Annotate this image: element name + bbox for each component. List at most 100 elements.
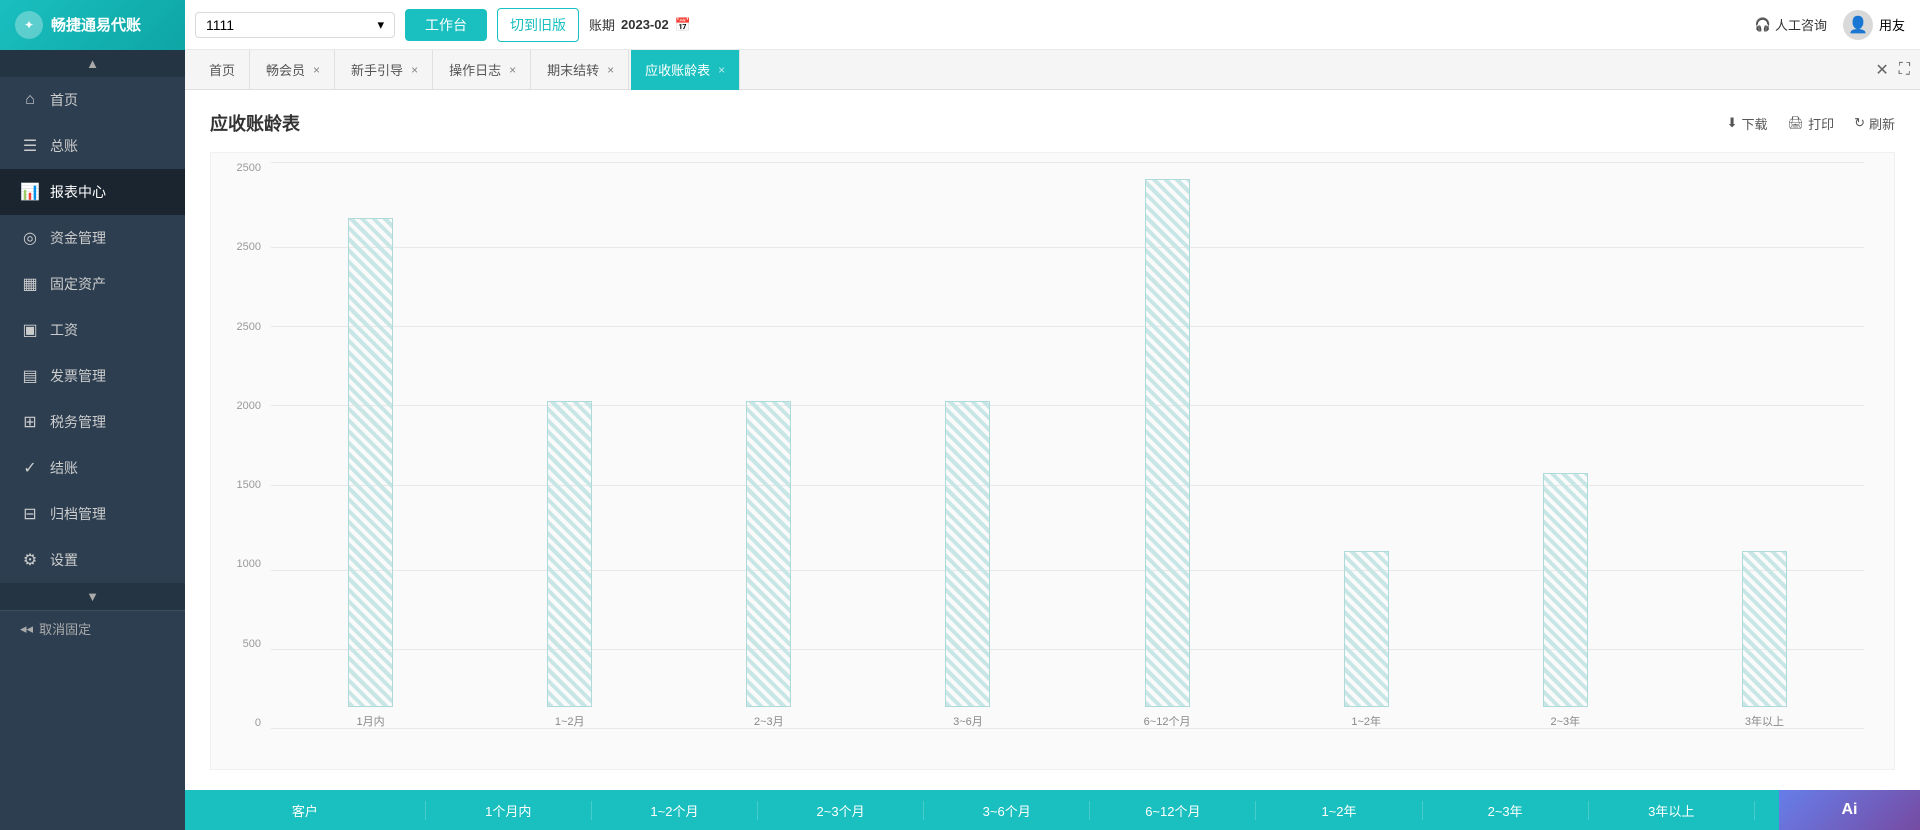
sidebar-item-home[interactable]: ⌂ 首页 xyxy=(0,77,185,123)
period-label: 账期 2023-02 📅 xyxy=(589,15,691,34)
pin-icon: ◂◂ xyxy=(20,621,33,637)
sidebar-item-reports[interactable]: 📊 报表中心 xyxy=(0,169,185,215)
checkout-icon: ✓ xyxy=(20,458,40,478)
tab-oplog-close[interactable]: × xyxy=(509,63,516,77)
payroll-icon: ▣ xyxy=(20,320,40,340)
bar-3-6m xyxy=(945,401,990,707)
finance-icon: ◎ xyxy=(20,228,40,248)
bar-1-2y xyxy=(1344,551,1389,707)
bar-group-3-6m: 3~6月 xyxy=(868,173,1067,729)
sidebar-scroll-down[interactable]: ▼ xyxy=(0,583,185,610)
bar-group-1-2y: 1~2年 xyxy=(1267,173,1466,729)
close-all-tabs-button[interactable]: ✕ xyxy=(1875,60,1888,80)
th-3yplus: 3年以上 xyxy=(1589,801,1755,820)
company-selector[interactable]: 1111 ▾ xyxy=(195,12,395,38)
y-label-2500a: 2500 xyxy=(211,322,261,333)
download-button[interactable]: ⬇ 下载 xyxy=(1727,114,1768,133)
tab-aging-close[interactable]: × xyxy=(718,63,725,77)
tab-home-label: 首页 xyxy=(209,60,235,79)
logo-area: ✦ 畅捷通易代账 xyxy=(0,0,185,50)
avatar: 👤 xyxy=(1843,10,1873,40)
ai-badge[interactable]: Ai xyxy=(1779,790,1920,830)
sidebar-label-tax: 税务管理 xyxy=(50,412,106,432)
tabs-actions: ✕ ⛶ xyxy=(1875,60,1910,80)
tab-member[interactable]: 畅会员 × xyxy=(252,50,335,90)
sidebar-item-tax[interactable]: ⊞ 税务管理 xyxy=(0,399,185,445)
consultation-button[interactable]: 🎧 人工咨询 xyxy=(1755,15,1827,34)
sidebar-item-payroll[interactable]: ▣ 工资 xyxy=(0,307,185,353)
table-header: 客户 1个月内 1~2个月 2~3个月 3~6个月 6~12个月 1~2年 2~… xyxy=(185,790,1920,830)
y-label-1000: 1000 xyxy=(211,559,261,570)
logo-text: 畅捷通易代账 xyxy=(51,14,141,35)
main-layout: ▲ ⌂ 首页 ☰ 总账 📊 报表中心 ◎ 资金管理 ▦ 固定资产 ▣ 工资 ▤ … xyxy=(0,50,1920,830)
tab-oplog-label: 操作日志 xyxy=(449,60,501,79)
tab-guide[interactable]: 新手引导 × xyxy=(337,50,433,90)
sidebar-label-home: 首页 xyxy=(50,90,78,110)
bar-label-2-3y: 2~3年 xyxy=(1550,713,1580,729)
logo-icon: ✦ xyxy=(15,11,43,39)
tab-aging[interactable]: 应收账龄表 × xyxy=(631,50,740,90)
reports-icon: 📊 xyxy=(20,182,40,202)
cancel-pin-button[interactable]: ◂◂ 取消固定 xyxy=(0,610,185,646)
maximize-button[interactable]: ⛶ xyxy=(1899,61,1910,79)
invoice-icon: ▤ xyxy=(20,366,40,386)
th-customer: 客户 xyxy=(185,801,426,820)
print-button[interactable]: 🖨 打印 xyxy=(1788,114,1835,133)
sidebar: ▲ ⌂ 首页 ☰ 总账 📊 报表中心 ◎ 资金管理 ▦ 固定资产 ▣ 工资 ▤ … xyxy=(0,50,185,830)
sidebar-label-settings: 设置 xyxy=(50,550,78,570)
tab-period[interactable]: 期末结转 × xyxy=(533,50,629,90)
bar-1-2m xyxy=(547,401,592,707)
bar-group-2-3y: 2~3年 xyxy=(1466,173,1665,729)
th-3-6m: 3~6个月 xyxy=(924,801,1090,820)
sidebar-item-finance[interactable]: ◎ 资金管理 xyxy=(0,215,185,261)
tab-period-close[interactable]: × xyxy=(607,63,614,77)
y-label-2500b: 2500 xyxy=(211,242,261,253)
sidebar-label-reports: 报表中心 xyxy=(50,182,106,202)
content-area: 首页 畅会员 × 新手引导 × 操作日志 × 期末结转 × 应收账龄表 × xyxy=(185,50,1920,830)
tab-member-close[interactable]: × xyxy=(313,63,320,77)
download-icon: ⬇ xyxy=(1727,115,1738,131)
sidebar-label-payroll: 工资 xyxy=(50,320,78,340)
sidebar-label-checkout: 结账 xyxy=(50,458,78,478)
bar-group-6-12m: 6~12个月 xyxy=(1068,173,1267,729)
tab-home[interactable]: 首页 xyxy=(195,50,250,90)
tab-aging-label: 应收账龄表 xyxy=(645,60,710,79)
calendar-icon[interactable]: 📅 xyxy=(675,17,691,33)
tab-period-label: 期末结转 xyxy=(547,60,599,79)
top-header: ✦ 畅捷通易代账 1111 ▾ 工作台 切到旧版 账期 2023-02 📅 🎧 … xyxy=(0,0,1920,50)
company-name: 1111 xyxy=(206,17,369,33)
th-2-3y: 2~3年 xyxy=(1423,801,1589,820)
sidebar-item-ledger[interactable]: ☰ 总账 xyxy=(0,123,185,169)
tax-icon: ⊞ xyxy=(20,412,40,432)
page-title-bar: 应收账龄表 ⬇ 下载 🖨 打印 ↻ 刷新 xyxy=(210,110,1895,136)
sidebar-item-settings[interactable]: ⚙ 设置 xyxy=(0,537,185,583)
sidebar-label-assets: 固定资产 xyxy=(50,274,106,294)
sidebar-item-assets[interactable]: ▦ 固定资产 xyxy=(0,261,185,307)
bar-label-1-2m: 1~2月 xyxy=(555,713,585,729)
bar-label-1m: 1月内 xyxy=(357,713,385,729)
bar-group-1m: 1月内 xyxy=(271,173,470,729)
sidebar-item-archive[interactable]: ⊟ 归档管理 xyxy=(0,491,185,537)
page-content: 应收账龄表 ⬇ 下载 🖨 打印 ↻ 刷新 xyxy=(185,90,1920,790)
y-label-1500: 1500 xyxy=(211,480,261,491)
refresh-button[interactable]: ↻ 刷新 xyxy=(1854,114,1895,133)
user-area[interactable]: 👤 用友 xyxy=(1843,10,1905,40)
sidebar-item-checkout[interactable]: ✓ 结账 xyxy=(0,445,185,491)
y-label-0: 0 xyxy=(211,718,261,729)
page-title: 应收账龄表 xyxy=(210,110,300,136)
switch-version-button[interactable]: 切到旧版 xyxy=(497,8,579,42)
ai-label: Ai xyxy=(1842,801,1858,819)
sidebar-item-invoice[interactable]: ▤ 发票管理 xyxy=(0,353,185,399)
tab-oplog[interactable]: 操作日志 × xyxy=(435,50,531,90)
y-label-2000: 2000 xyxy=(211,401,261,412)
workbench-button[interactable]: 工作台 xyxy=(405,9,487,41)
sidebar-scroll-up[interactable]: ▲ xyxy=(0,50,185,77)
headset-icon: 🎧 xyxy=(1755,17,1771,33)
bar-1m xyxy=(348,218,393,707)
y-label-2500c: 2500 xyxy=(211,163,261,174)
th-1-2y: 1~2年 xyxy=(1256,801,1422,820)
tab-guide-close[interactable]: × xyxy=(411,63,418,77)
bar-6-12m xyxy=(1145,179,1190,707)
print-icon: 🖨 xyxy=(1788,115,1805,131)
bar-label-1-2y: 1~2年 xyxy=(1351,713,1381,729)
